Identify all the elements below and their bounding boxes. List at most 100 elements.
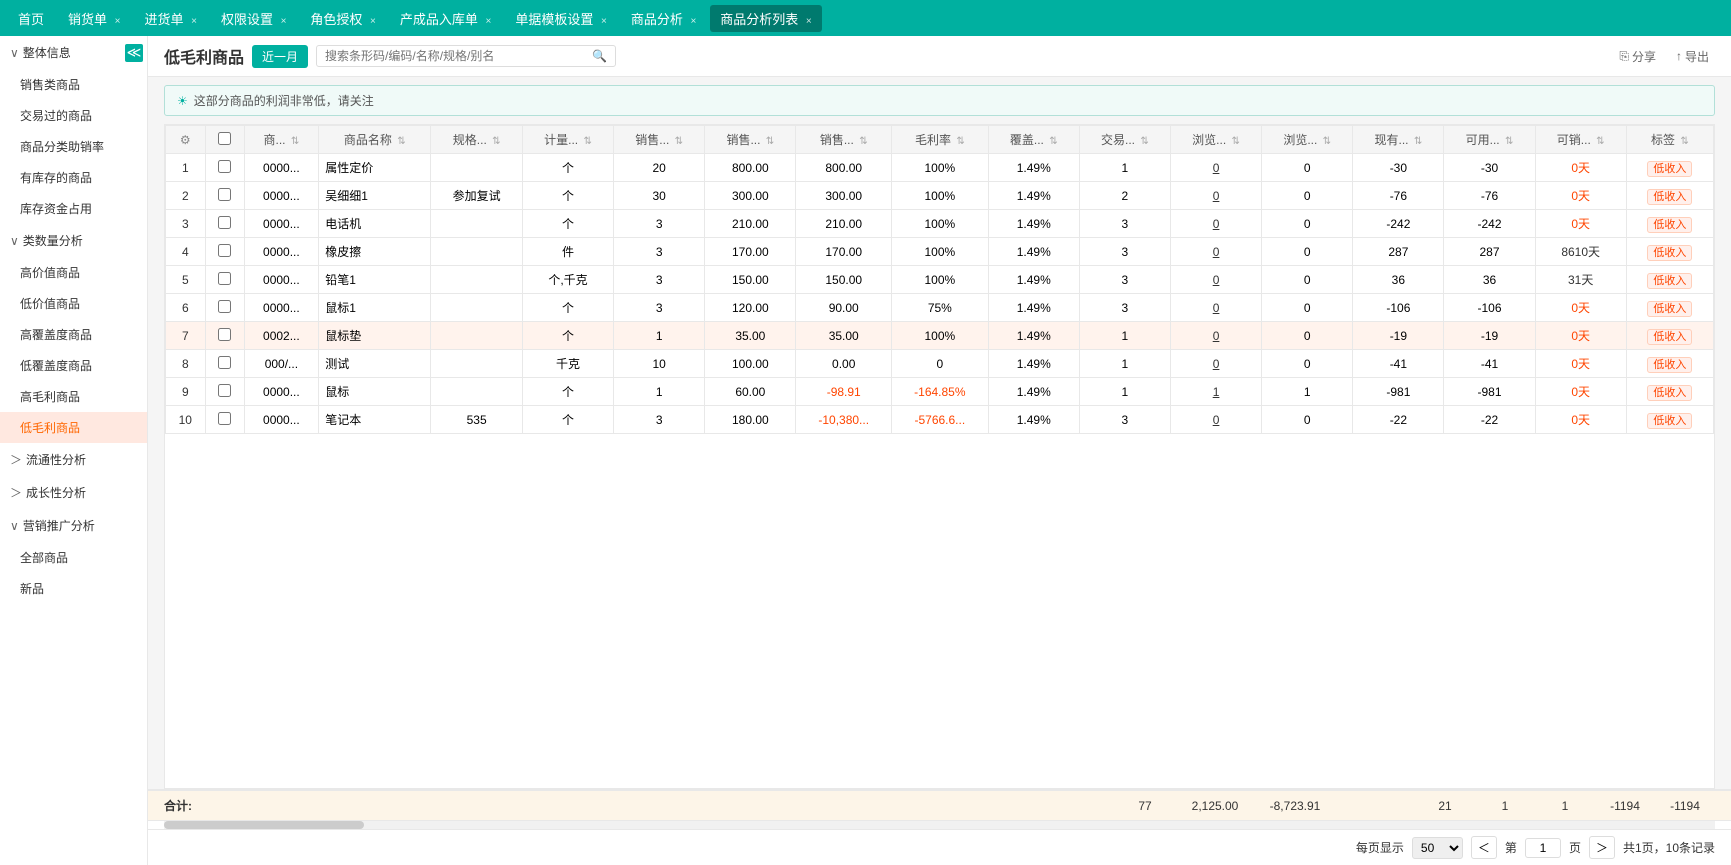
page-number-input[interactable] <box>1525 838 1561 858</box>
search-icon[interactable]: 🔍 <box>592 49 607 63</box>
sidebar-item-traded-goods[interactable]: 交易过的商品 <box>0 100 147 131</box>
row-cover-rate: 1.49% <box>988 154 1079 182</box>
nav-item-permissions[interactable]: 权限设置 × <box>211 5 296 32</box>
bottom-scroll-area <box>148 820 1731 829</box>
nav-item-goods-analysis[interactable]: 商品分析 × <box>621 5 706 32</box>
row-sales2: 170.00 <box>796 238 892 266</box>
row-browse1[interactable]: 0 <box>1170 182 1261 210</box>
row-select-checkbox[interactable] <box>218 160 231 173</box>
export-button[interactable]: ↑ 导出 <box>1670 45 1715 68</box>
row-checkbox[interactable] <box>205 210 244 238</box>
col-available[interactable]: 可用... ⇅ <box>1444 126 1535 154</box>
alert-message: 这部分商品的利润非常低，请关注 <box>194 92 374 109</box>
row-browse2: 0 <box>1262 154 1353 182</box>
row-browse1[interactable]: 0 <box>1170 210 1261 238</box>
sidebar-item-new-goods[interactable]: 新品 <box>0 573 147 604</box>
sidebar-item-high-margin[interactable]: 高毛利商品 <box>0 381 147 412</box>
sidebar-collapse-btn[interactable]: ≪ <box>125 44 143 62</box>
col-browse1[interactable]: 浏览... ⇅ <box>1170 126 1261 154</box>
row-select-checkbox[interactable] <box>218 328 231 341</box>
col-current[interactable]: 现有... ⇅ <box>1353 126 1444 154</box>
row-checkbox[interactable] <box>205 238 244 266</box>
col-browse2[interactable]: 浏览... ⇅ <box>1262 126 1353 154</box>
row-select-checkbox[interactable] <box>218 356 231 369</box>
row-select-checkbox[interactable] <box>218 412 231 425</box>
row-checkbox[interactable] <box>205 322 244 350</box>
share-button[interactable]: ⎘ 分享 <box>1613 45 1662 68</box>
sidebar-group-growth[interactable]: ＞ 成长性分析 <box>0 476 147 509</box>
row-checkbox[interactable] <box>205 154 244 182</box>
sidebar-item-low-value[interactable]: 低价值商品 <box>0 288 147 319</box>
row-checkbox[interactable] <box>205 266 244 294</box>
sidebar-item-category-rate[interactable]: 商品分类助销率 <box>0 131 147 162</box>
sidebar-item-low-coverage[interactable]: 低覆盖度商品 <box>0 350 147 381</box>
sidebar-item-all-goods[interactable]: 全部商品 <box>0 542 147 573</box>
sidebar-item-inventory-goods[interactable]: 有库存的商品 <box>0 162 147 193</box>
col-spec[interactable]: 规格... ⇅ <box>431 126 523 154</box>
select-all-checkbox[interactable] <box>218 132 231 145</box>
col-checkbox[interactable] <box>205 126 244 154</box>
nav-item-template[interactable]: 单据模板设置 × <box>505 5 616 32</box>
page-header: 低毛利商品 近一月 🔍 ⎘ 分享 ↑ 导出 <box>148 36 1731 77</box>
col-sales1[interactable]: 销售... ⇅ <box>705 126 796 154</box>
sidebar-group-circulation[interactable]: ＞ 流通性分析 <box>0 443 147 476</box>
row-select-checkbox[interactable] <box>218 188 231 201</box>
sidebar-item-high-coverage[interactable]: 高覆盖度商品 <box>0 319 147 350</box>
row-index: 10 <box>166 406 206 434</box>
nav-item-roles[interactable]: 角色授权 × <box>300 5 385 32</box>
sidebar-item-sales-goods[interactable]: 销售类商品 <box>0 69 147 100</box>
row-select-checkbox[interactable] <box>218 384 231 397</box>
nav-item-goods-analysis-list[interactable]: 商品分析列表 × <box>710 5 821 32</box>
sidebar-item-high-value[interactable]: 高价值商品 <box>0 257 147 288</box>
row-browse1[interactable]: 0 <box>1170 238 1261 266</box>
col-name[interactable]: 商品名称 ⇅ <box>319 126 431 154</box>
row-checkbox[interactable] <box>205 378 244 406</box>
col-sales2[interactable]: 销售... ⇅ <box>796 126 892 154</box>
row-browse1[interactable]: 0 <box>1170 406 1261 434</box>
search-input[interactable] <box>325 49 588 63</box>
row-current: -19 <box>1353 322 1444 350</box>
total-current: -1194 <box>1595 799 1655 813</box>
row-checkbox[interactable] <box>205 182 244 210</box>
sidebar-group-quantity[interactable]: ∨ 类数量分析 <box>0 224 147 257</box>
row-browse1[interactable]: 1 <box>1170 378 1261 406</box>
col-cover-rate[interactable]: 覆盖... ⇅ <box>988 126 1079 154</box>
row-browse1[interactable]: 0 <box>1170 294 1261 322</box>
col-tag[interactable]: 标签 ⇅ <box>1626 126 1713 154</box>
row-tx-count: 3 <box>1079 406 1170 434</box>
horizontal-scrollbar-thumb[interactable] <box>164 821 364 829</box>
prev-page-button[interactable]: ＜ <box>1471 836 1497 859</box>
sidebar-group-marketing[interactable]: ∨ 营销推广分析 <box>0 509 147 542</box>
horizontal-scrollbar-track[interactable] <box>164 821 1715 829</box>
next-page-button[interactable]: ＞ <box>1589 836 1615 859</box>
row-select-checkbox[interactable] <box>218 244 231 257</box>
row-select-checkbox[interactable] <box>218 300 231 313</box>
nav-item-sales[interactable]: 销货单 × <box>58 5 130 32</box>
row-browse1[interactable]: 0 <box>1170 350 1261 378</box>
nav-item-product-entry[interactable]: 产成品入库单 × <box>390 5 501 32</box>
row-checkbox[interactable] <box>205 350 244 378</box>
row-browse1[interactable]: 0 <box>1170 154 1261 182</box>
row-name: 鼠标 <box>319 378 431 406</box>
row-gross-rate: 100% <box>892 154 989 182</box>
date-filter-button[interactable]: 近一月 <box>252 45 308 68</box>
col-saleable[interactable]: 可销... ⇅ <box>1535 126 1626 154</box>
col-settings[interactable]: ⚙ <box>166 126 206 154</box>
nav-item-home[interactable]: 首页 <box>8 5 54 32</box>
row-checkbox[interactable] <box>205 406 244 434</box>
row-select-checkbox[interactable] <box>218 216 231 229</box>
col-gross-rate[interactable]: 毛利率 ⇅ <box>892 126 989 154</box>
row-select-checkbox[interactable] <box>218 272 231 285</box>
row-browse1[interactable]: 0 <box>1170 266 1261 294</box>
sidebar-item-capital-usage[interactable]: 库存资金占用 <box>0 193 147 224</box>
sidebar-group-overall[interactable]: ∨ 整体信息 <box>0 36 81 69</box>
col-code[interactable]: 商... ⇅ <box>244 126 319 154</box>
per-page-select[interactable]: 50 100 200 <box>1412 837 1463 859</box>
sidebar-item-low-margin[interactable]: 低毛利商品 <box>0 412 147 443</box>
col-unit[interactable]: 计量... ⇅ <box>522 126 613 154</box>
col-qty[interactable]: 销售... ⇅ <box>614 126 705 154</box>
row-checkbox[interactable] <box>205 294 244 322</box>
row-browse1[interactable]: 0 <box>1170 322 1261 350</box>
col-tx-count[interactable]: 交易... ⇅ <box>1079 126 1170 154</box>
nav-item-purchase[interactable]: 进货单 × <box>134 5 206 32</box>
